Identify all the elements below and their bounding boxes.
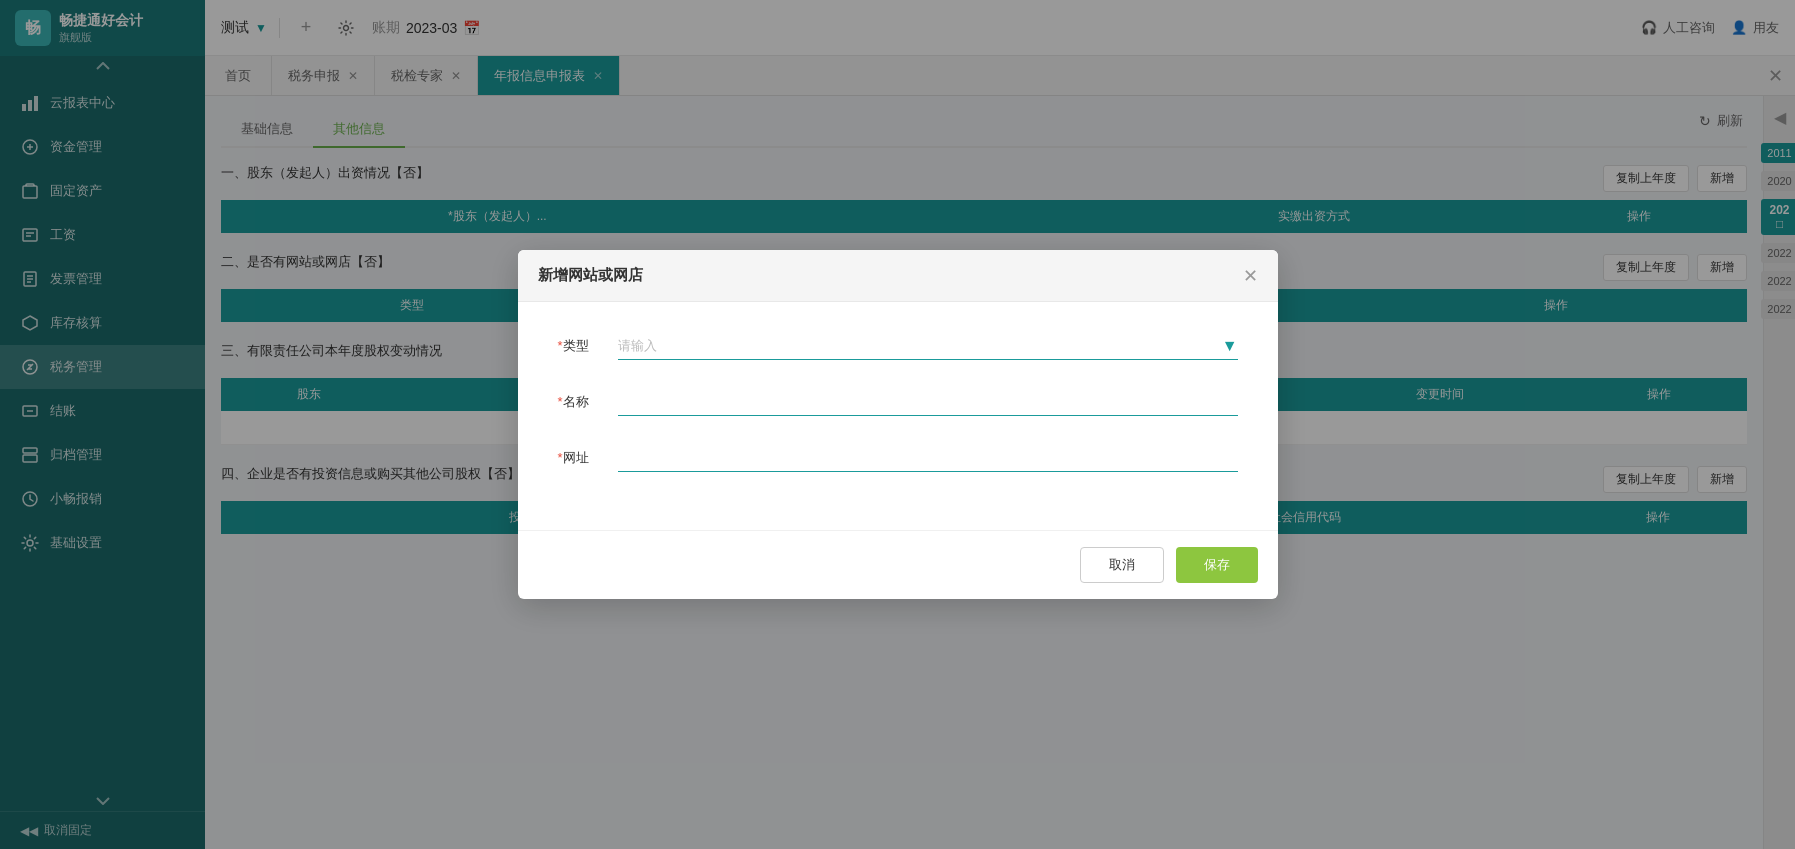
add-website-modal: 新增网站或网店 ✕ *类型 ▼ *名称 [518, 250, 1278, 599]
modal-title: 新增网站或网店 [538, 266, 643, 285]
form-field-type: *类型 ▼ [558, 332, 1238, 360]
url-label: *网址 [558, 449, 618, 467]
modal-overlay[interactable]: 新增网站或网店 ✕ *类型 ▼ *名称 [0, 0, 1795, 849]
modal-body: *类型 ▼ *名称 *网址 [518, 302, 1278, 530]
modal-close-button[interactable]: ✕ [1243, 267, 1258, 285]
cancel-button[interactable]: 取消 [1080, 547, 1164, 583]
url-input[interactable] [618, 444, 1238, 471]
name-input[interactable] [618, 388, 1238, 415]
form-field-name: *名称 [558, 388, 1238, 416]
type-input-wrap: ▼ [618, 332, 1238, 360]
name-input-wrap [618, 388, 1238, 416]
modal-footer: 取消 保存 [518, 530, 1278, 599]
modal-header: 新增网站或网店 ✕ [518, 250, 1278, 302]
url-input-wrap [618, 444, 1238, 472]
type-input[interactable] [618, 332, 1238, 359]
form-field-url: *网址 [558, 444, 1238, 472]
save-button[interactable]: 保存 [1176, 547, 1258, 583]
type-label: *类型 [558, 337, 618, 355]
name-label: *名称 [558, 393, 618, 411]
